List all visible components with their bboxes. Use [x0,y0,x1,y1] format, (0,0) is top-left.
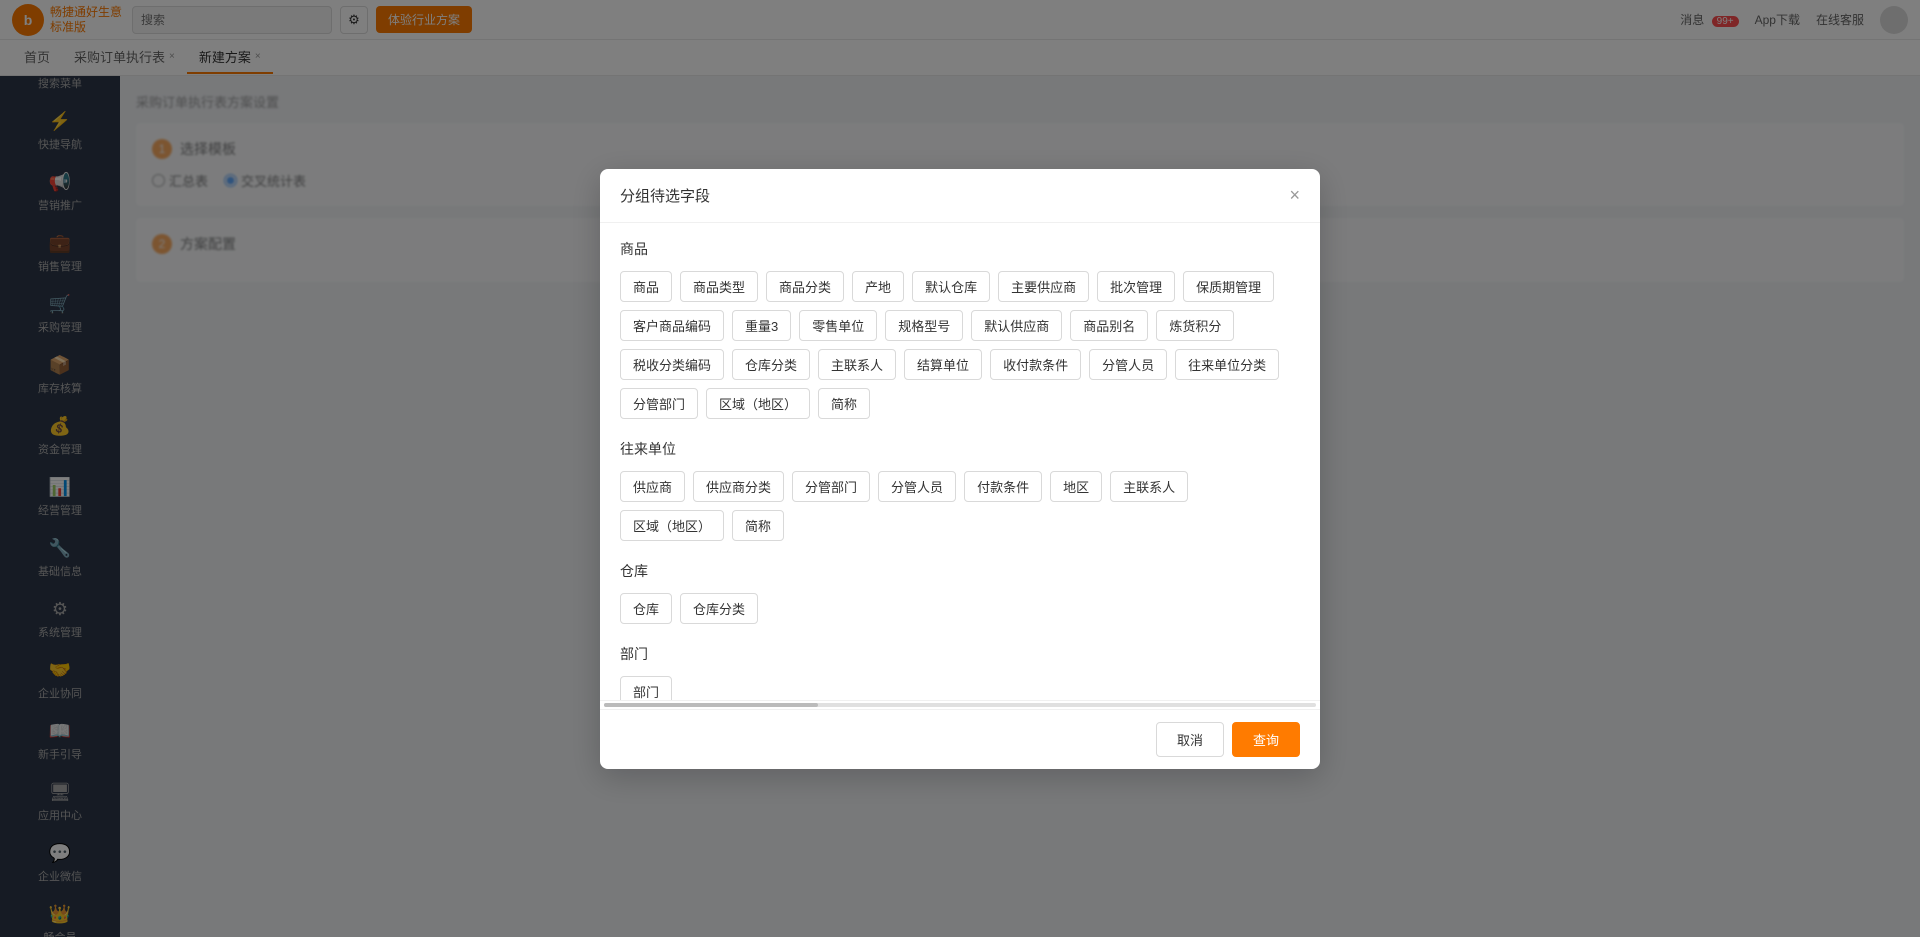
hscroll-thumb[interactable] [604,703,818,707]
section-title-department: 部门 [620,644,1300,664]
field-tag-仓库[interactable]: 仓库 [620,593,672,624]
field-tag-默认供应商[interactable]: 默认供应商 [971,310,1062,341]
field-tag-仓库分类[interactable]: 仓库分类 [732,349,810,380]
field-tag-供应商分类[interactable]: 供应商分类 [693,471,784,502]
field-tag-简称[interactable]: 简称 [818,388,870,419]
horizontal-scrollbar[interactable] [604,703,1316,707]
field-tag-产地[interactable]: 产地 [852,271,904,302]
section-title-warehouse: 仓库 [620,561,1300,581]
field-tag-主要供应商[interactable]: 主要供应商 [998,271,1089,302]
field-tag-区域（地区）[interactable]: 区域（地区） [620,510,724,541]
field-tag-结算单位[interactable]: 结算单位 [904,349,982,380]
field-section-department: 部门部门 [620,644,1300,701]
field-tag-简称[interactable]: 简称 [732,510,784,541]
section-title-goods: 商品 [620,239,1300,259]
modal-hscroll[interactable] [600,700,1320,708]
field-tag-分管人员[interactable]: 分管人员 [1089,349,1167,380]
field-tag-主联系人[interactable]: 主联系人 [1110,471,1188,502]
field-tag-默认仓库[interactable]: 默认仓库 [912,271,990,302]
field-tag-往来单位分类[interactable]: 往来单位分类 [1175,349,1279,380]
section-title-partner: 往来单位 [620,439,1300,459]
field-tag-批次管理[interactable]: 批次管理 [1097,271,1175,302]
field-tag-部门[interactable]: 部门 [620,676,672,701]
field-tag-主联系人[interactable]: 主联系人 [818,349,896,380]
field-tag-分管人员[interactable]: 分管人员 [878,471,956,502]
field-section-goods: 商品商品商品类型商品分类产地默认仓库主要供应商批次管理保质期管理客户商品编码重量… [620,239,1300,419]
confirm-button[interactable]: 查询 [1232,722,1300,757]
modal-title: 分组待选字段 [620,185,710,206]
field-section-warehouse: 仓库仓库仓库分类 [620,561,1300,624]
field-tag-分管部门[interactable]: 分管部门 [792,471,870,502]
field-tag-保质期管理[interactable]: 保质期管理 [1183,271,1274,302]
field-tags-department: 部门 [620,676,1300,701]
field-tag-仓库分类[interactable]: 仓库分类 [680,593,758,624]
field-tag-零售单位[interactable]: 零售单位 [799,310,877,341]
field-tag-商品类型[interactable]: 商品类型 [680,271,758,302]
modal-footer: 取消 查询 [600,709,1320,769]
field-tag-客户商品编码[interactable]: 客户商品编码 [620,310,724,341]
field-tag-分管部门[interactable]: 分管部门 [620,388,698,419]
field-tag-重量3[interactable]: 重量3 [732,310,791,341]
field-select-modal: 分组待选字段 × 商品商品商品类型商品分类产地默认仓库主要供应商批次管理保质期管… [600,169,1320,769]
field-tags-goods: 商品商品类型商品分类产地默认仓库主要供应商批次管理保质期管理客户商品编码重量3 零… [620,271,1300,419]
field-tag-炼货积分[interactable]: 炼货积分 [1156,310,1234,341]
field-tags-warehouse: 仓库仓库分类 [620,593,1300,624]
field-section-partner: 往来单位供应商供应商分类分管部门分管人员付款条件地区主联系人区域（地区） 简称 [620,439,1300,541]
modal-close-button[interactable]: × [1289,185,1300,206]
modal-header: 分组待选字段 × [600,169,1320,223]
field-tag-地区[interactable]: 地区 [1050,471,1102,502]
modal-body[interactable]: 商品商品商品类型商品分类产地默认仓库主要供应商批次管理保质期管理客户商品编码重量… [600,223,1320,701]
modal-overlay: 分组待选字段 × 商品商品商品类型商品分类产地默认仓库主要供应商批次管理保质期管… [0,0,1920,937]
field-tag-收付款条件[interactable]: 收付款条件 [990,349,1081,380]
field-tag-商品分类[interactable]: 商品分类 [766,271,844,302]
field-tag-供应商[interactable]: 供应商 [620,471,685,502]
field-tag-商品别名[interactable]: 商品别名 [1070,310,1148,341]
field-tag-付款条件[interactable]: 付款条件 [964,471,1042,502]
field-tag-商品[interactable]: 商品 [620,271,672,302]
field-tag-规格型号[interactable]: 规格型号 [885,310,963,341]
field-tags-partner: 供应商供应商分类分管部门分管人员付款条件地区主联系人区域（地区） 简称 [620,471,1300,541]
field-tag-区域（地区）[interactable]: 区域（地区） [706,388,810,419]
field-tag-税收分类编码[interactable]: 税收分类编码 [620,349,724,380]
cancel-button[interactable]: 取消 [1156,722,1224,757]
